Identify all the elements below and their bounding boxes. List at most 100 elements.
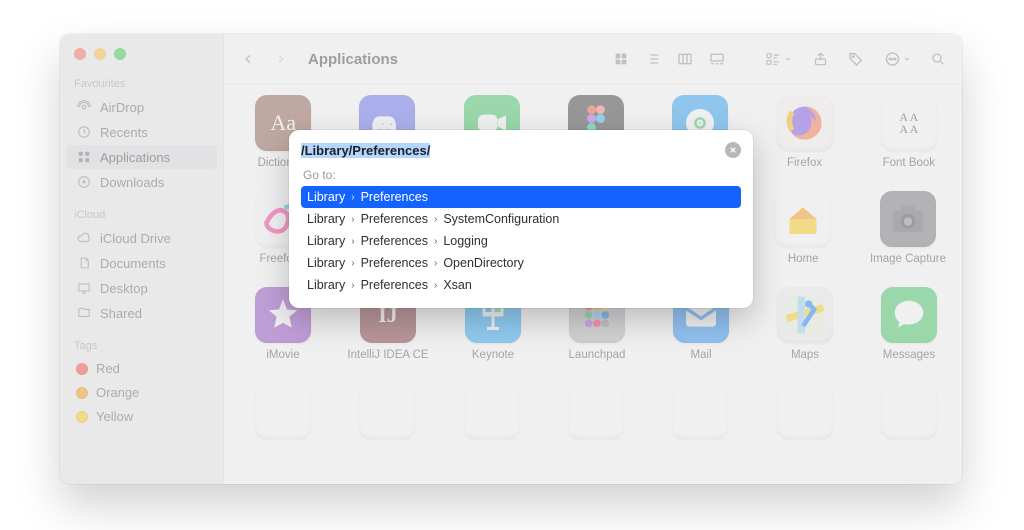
app-item[interactable]: Maps xyxy=(768,287,842,361)
actions-button[interactable] xyxy=(878,47,916,71)
sidebar-item-desktop[interactable]: Desktop xyxy=(66,276,217,300)
view-switcher xyxy=(606,47,732,71)
app-item[interactable]: Messages xyxy=(872,287,946,361)
sidebar-item-shared[interactable]: Shared xyxy=(66,301,217,325)
app-item[interactable] xyxy=(663,383,737,439)
airdrop-icon xyxy=(76,99,92,115)
sidebar-section-tags: Tags xyxy=(60,326,223,356)
chevron-right-icon: › xyxy=(349,192,356,203)
suggestion-list: Library›PreferencesLibrary›Preferences›S… xyxy=(301,186,741,296)
view-icons-button[interactable] xyxy=(606,47,636,71)
sidebar-section-favourites: Favourites xyxy=(60,64,223,94)
app-icon xyxy=(359,383,415,439)
sidebar-item-label: AirDrop xyxy=(100,100,144,115)
app-icon xyxy=(672,383,728,439)
sidebar-item-documents[interactable]: Documents xyxy=(66,251,217,275)
app-item[interactable] xyxy=(246,383,320,439)
sidebar-item-airdrop[interactable]: AirDrop xyxy=(66,95,217,119)
app-icon xyxy=(777,95,833,151)
clock-icon xyxy=(76,124,92,140)
go-to-suggestion[interactable]: Library›Preferences›Logging xyxy=(301,230,741,252)
chevron-right-icon: › xyxy=(432,258,439,269)
group-by-button[interactable] xyxy=(758,47,798,71)
search-button[interactable] xyxy=(924,47,952,71)
app-icon xyxy=(775,191,831,247)
document-icon xyxy=(76,255,92,271)
sidebar-item-recents[interactable]: Recents xyxy=(66,120,217,144)
sidebar-item-tag-yellow[interactable]: Yellow xyxy=(66,405,217,428)
zoom-window-button[interactable] xyxy=(114,48,126,60)
sidebar-item-tag-orange[interactable]: Orange xyxy=(66,381,217,404)
window-controls xyxy=(60,44,223,64)
app-label: Maps xyxy=(791,349,819,361)
sidebar-item-label: iCloud Drive xyxy=(100,231,171,246)
close-window-button[interactable] xyxy=(74,48,86,60)
chevron-right-icon: › xyxy=(432,214,439,225)
sidebar-item-label: Yellow xyxy=(96,409,133,424)
applications-icon xyxy=(76,149,92,165)
chevron-right-icon: › xyxy=(349,280,356,291)
go-to-suggestion[interactable]: Library›Preferences›Xsan xyxy=(301,274,741,296)
app-icon xyxy=(777,287,833,343)
app-item[interactable]: Image Capture xyxy=(870,191,946,265)
go-to-suggestion[interactable]: Library›Preferences xyxy=(301,186,741,208)
app-item[interactable] xyxy=(559,383,633,439)
path-segment: Preferences xyxy=(361,190,428,204)
minimize-window-button[interactable] xyxy=(94,48,106,60)
sidebar-item-label: Desktop xyxy=(100,281,148,296)
nav-forward-button[interactable] xyxy=(266,47,294,71)
download-icon xyxy=(76,174,92,190)
path-segment: Preferences xyxy=(361,278,428,292)
app-item[interactable] xyxy=(872,383,946,439)
tags-button[interactable] xyxy=(842,47,870,71)
desktop-icon xyxy=(76,280,92,296)
shared-folder-icon xyxy=(76,305,92,321)
app-label: Keynote xyxy=(472,349,514,361)
chevron-right-icon: › xyxy=(432,236,439,247)
sidebar-item-downloads[interactable]: Downloads xyxy=(66,170,217,194)
path-segment: Xsan xyxy=(443,278,472,292)
app-icon xyxy=(777,383,833,439)
app-item[interactable] xyxy=(350,383,424,439)
go-to-suggestion[interactable]: Library›Preferences›OpenDirectory xyxy=(301,252,741,274)
app-label: Mail xyxy=(690,349,711,361)
app-icon xyxy=(881,383,937,439)
sidebar-item-iclouddrive[interactable]: iCloud Drive xyxy=(66,226,217,250)
app-icon xyxy=(464,383,520,439)
app-label: Messages xyxy=(883,349,935,361)
app-item[interactable] xyxy=(455,383,529,439)
app-label: Image Capture xyxy=(870,253,946,265)
view-columns-button[interactable] xyxy=(670,47,700,71)
app-item[interactable]: Firefox xyxy=(767,95,841,169)
location-title: Applications xyxy=(308,51,398,68)
app-icon xyxy=(881,287,937,343)
clear-input-button[interactable] xyxy=(725,142,741,158)
app-item[interactable]: Home xyxy=(766,191,840,265)
app-icon: A A A A xyxy=(881,95,937,151)
view-list-button[interactable] xyxy=(638,47,668,71)
nav-back-button[interactable] xyxy=(234,47,262,71)
sidebar-item-tag-red[interactable]: Red xyxy=(66,357,217,380)
app-icon xyxy=(880,191,936,247)
toolbar: Applications xyxy=(224,34,962,85)
app-label: IntelliJ IDEA CE xyxy=(347,349,428,361)
app-label: Firefox xyxy=(787,157,822,169)
path-segment: Preferences xyxy=(361,256,428,270)
path-segment: Preferences xyxy=(361,212,428,226)
app-item[interactable]: A A A AFont Book xyxy=(872,95,946,169)
go-to-folder-popover: Go to: Library›PreferencesLibrary›Prefer… xyxy=(289,130,753,308)
path-segment: Preferences xyxy=(361,234,428,248)
tag-dot-icon xyxy=(76,363,88,375)
app-item[interactable] xyxy=(767,383,841,439)
app-icon xyxy=(255,383,311,439)
path-segment: SystemConfiguration xyxy=(443,212,559,226)
sidebar-item-applications[interactable]: Applications xyxy=(66,145,217,169)
app-label: Launchpad xyxy=(569,349,626,361)
go-to-suggestion[interactable]: Library›Preferences›SystemConfiguration xyxy=(301,208,741,230)
share-button[interactable] xyxy=(806,47,834,71)
sidebar-section-icloud: iCloud xyxy=(60,195,223,225)
sidebar-item-label: Documents xyxy=(100,256,166,271)
view-gallery-button[interactable] xyxy=(702,47,732,71)
chevron-right-icon: › xyxy=(432,280,439,291)
go-to-folder-input[interactable] xyxy=(301,143,725,158)
